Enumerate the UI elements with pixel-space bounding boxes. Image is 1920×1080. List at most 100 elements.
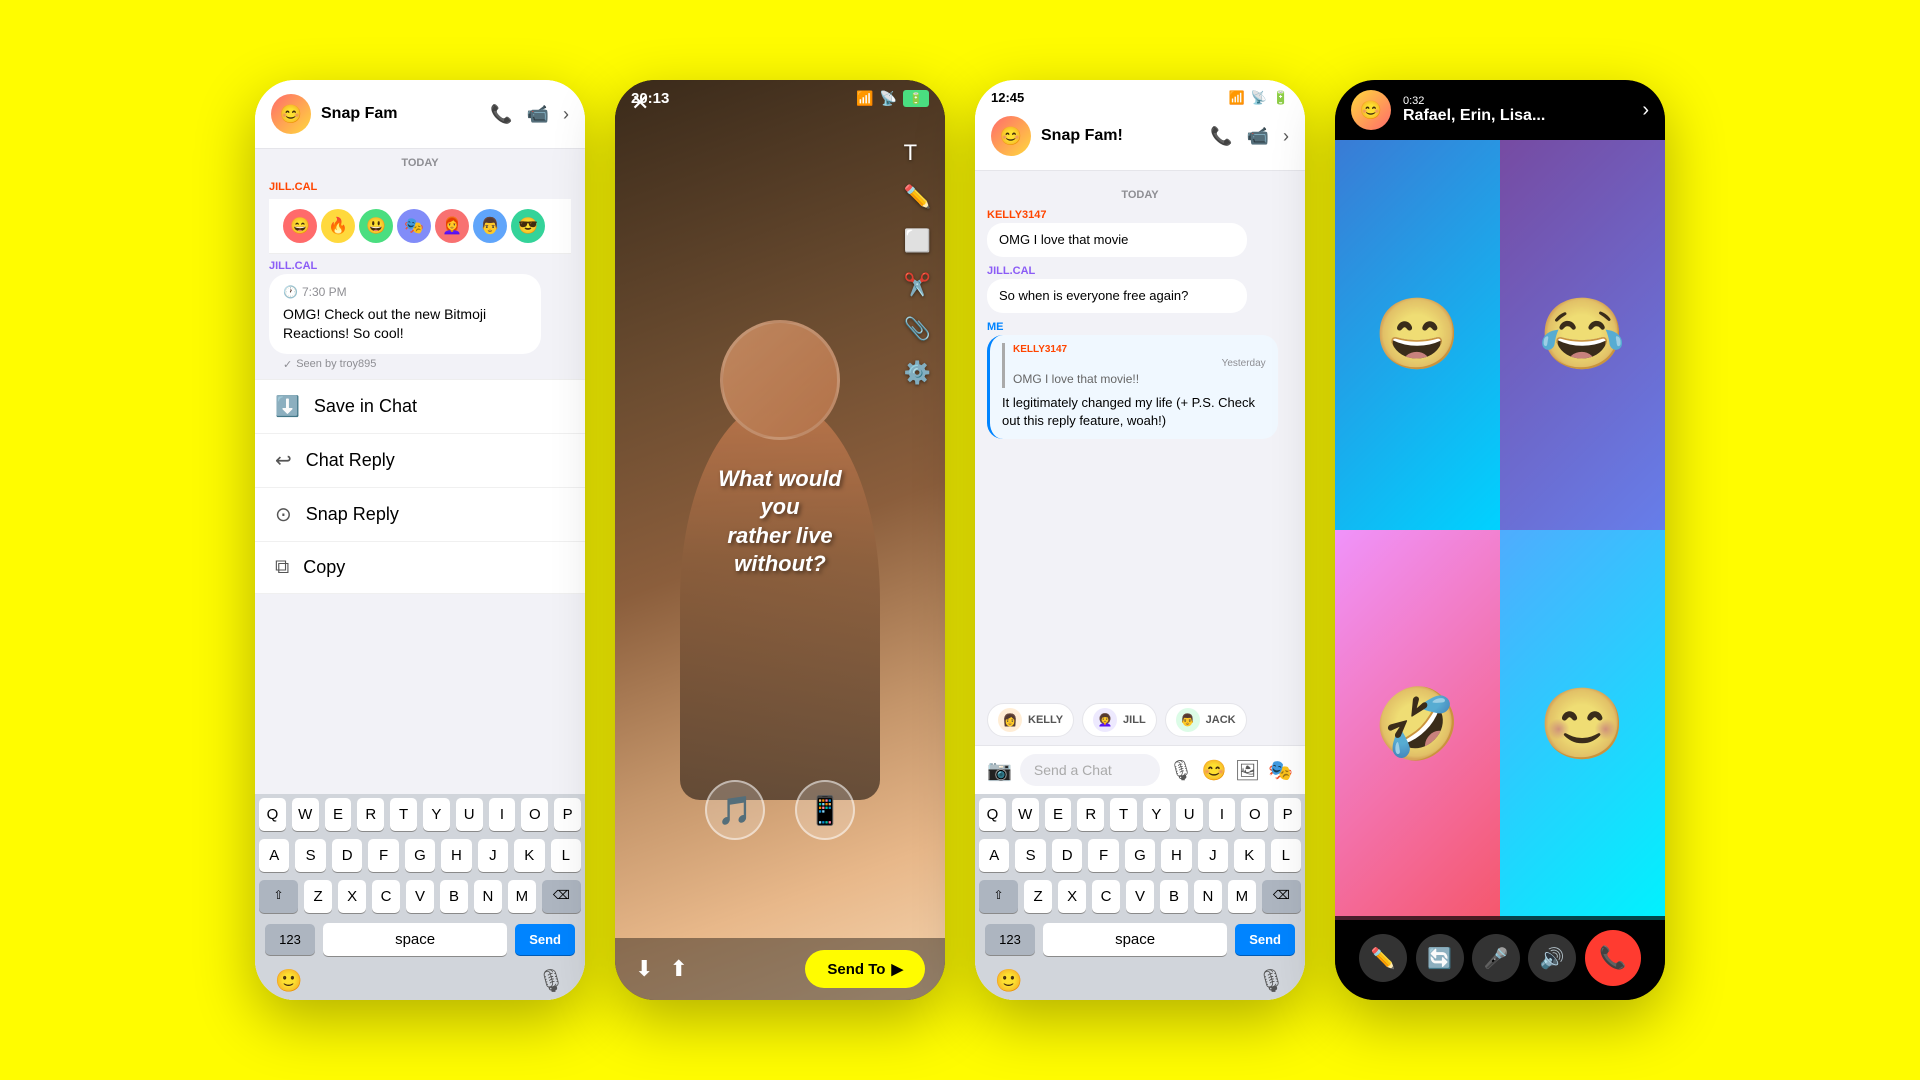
key-z[interactable]: Z	[304, 880, 332, 913]
key-t[interactable]: T	[390, 798, 417, 831]
key-v[interactable]: V	[406, 880, 434, 913]
key3-g[interactable]: G	[1125, 839, 1155, 872]
space-key[interactable]: space	[323, 923, 507, 956]
phone-icon-3[interactable]: 📞	[1210, 126, 1232, 147]
key-a[interactable]: A	[259, 839, 289, 872]
key3-e[interactable]: E	[1045, 798, 1072, 831]
key-n[interactable]: N	[474, 880, 502, 913]
key3-d[interactable]: D	[1052, 839, 1082, 872]
key-u[interactable]: U	[456, 798, 483, 831]
key3-o[interactable]: O	[1241, 798, 1268, 831]
key-y[interactable]: Y	[423, 798, 450, 831]
key-l[interactable]: L	[551, 839, 581, 872]
key-x[interactable]: X	[338, 880, 366, 913]
key3-r[interactable]: R	[1077, 798, 1104, 831]
key-f[interactable]: F	[368, 839, 398, 872]
key3-k[interactable]: K	[1234, 839, 1264, 872]
key-w[interactable]: W	[292, 798, 319, 831]
key3-q[interactable]: Q	[979, 798, 1006, 831]
space-key-3[interactable]: space	[1043, 923, 1227, 956]
num-key-3[interactable]: 123	[985, 924, 1035, 955]
key-c[interactable]: C	[372, 880, 400, 913]
end-call-btn[interactable]: 📞	[1585, 930, 1641, 986]
emoji-key-3[interactable]: 🙂	[995, 968, 1022, 994]
key3-x[interactable]: X	[1058, 880, 1086, 913]
key3-p[interactable]: P	[1274, 798, 1301, 831]
backspace-key-3[interactable]: ⌫	[1262, 880, 1301, 913]
mic-key-3[interactable]: 🎙	[1257, 968, 1285, 994]
edit-ctrl-btn[interactable]: ✏️	[1359, 934, 1407, 982]
next-icon-3[interactable]: ›	[1283, 126, 1289, 147]
shift-key-3[interactable]: ⇧	[979, 880, 1018, 913]
shift-key[interactable]: ⇧	[259, 880, 298, 913]
bitmoji-icon[interactable]: 🎭	[1268, 758, 1293, 783]
key3-h[interactable]: H	[1161, 839, 1191, 872]
key-h[interactable]: H	[441, 839, 471, 872]
key3-f[interactable]: F	[1088, 839, 1118, 872]
backspace-key[interactable]: ⌫	[542, 880, 581, 913]
send-key[interactable]: Send	[515, 924, 575, 955]
key3-t[interactable]: T	[1110, 798, 1137, 831]
key-i[interactable]: I	[489, 798, 516, 831]
video-icon-3[interactable]: 📹	[1247, 126, 1269, 147]
choice-phone[interactable]: 📱	[795, 780, 855, 840]
key-g[interactable]: G	[405, 839, 435, 872]
key-s[interactable]: S	[295, 839, 325, 872]
snap-close-button[interactable]: ✕	[631, 90, 649, 116]
key3-l[interactable]: L	[1271, 839, 1301, 872]
mic-key[interactable]: 🎙	[537, 968, 565, 994]
mic-icon-3[interactable]: 🎙	[1168, 758, 1193, 783]
emoji-key[interactable]: 🙂	[275, 968, 302, 994]
save-in-chat-item[interactable]: ⬇️ Save in Chat	[255, 380, 585, 434]
key-d[interactable]: D	[332, 839, 362, 872]
mute-ctrl-btn[interactable]: 🎤	[1472, 934, 1520, 982]
send-key-3[interactable]: Send	[1235, 924, 1295, 955]
sticker-tool[interactable]: ⬜	[904, 228, 931, 254]
draw-tool[interactable]: ✏️	[904, 184, 931, 210]
phone-icon[interactable]: 📞	[490, 104, 512, 125]
key3-z[interactable]: Z	[1024, 880, 1052, 913]
key3-v[interactable]: V	[1126, 880, 1154, 913]
snap-reply-item[interactable]: ⊙ Snap Reply	[255, 488, 585, 542]
num-key[interactable]: 123	[265, 924, 315, 955]
key-p[interactable]: P	[554, 798, 581, 831]
send-to-button[interactable]: Send To ▶	[805, 950, 925, 988]
key-b[interactable]: B	[440, 880, 468, 913]
key3-s[interactable]: S	[1015, 839, 1045, 872]
key3-j[interactable]: J	[1198, 839, 1228, 872]
key3-c[interactable]: C	[1092, 880, 1120, 913]
key3-u[interactable]: U	[1176, 798, 1203, 831]
share-icon[interactable]: ⬆	[669, 956, 687, 982]
emoji-icon-3[interactable]: 😊	[1202, 758, 1227, 783]
key3-b[interactable]: B	[1160, 880, 1188, 913]
rotate-ctrl-btn[interactable]: 🔄	[1416, 934, 1464, 982]
chat-input[interactable]: Send a Chat	[1020, 754, 1161, 786]
chat-reply-item[interactable]: ↩ Chat Reply	[255, 434, 585, 488]
choice-music[interactable]: 🎵	[705, 780, 765, 840]
key-e[interactable]: E	[325, 798, 352, 831]
key3-a[interactable]: A	[979, 839, 1009, 872]
copy-item[interactable]: ⧉ Copy	[255, 542, 585, 594]
key-j[interactable]: J	[478, 839, 508, 872]
next-icon[interactable]: ›	[563, 104, 569, 125]
speaker-ctrl-btn[interactable]: 🔊	[1528, 934, 1576, 982]
key-o[interactable]: O	[521, 798, 548, 831]
sticker-icon-3[interactable]: 🖼	[1235, 758, 1260, 783]
download-icon[interactable]: ⬇	[635, 956, 653, 982]
text-tool[interactable]: T	[904, 140, 931, 166]
key-m[interactable]: M	[508, 880, 536, 913]
key3-y[interactable]: Y	[1143, 798, 1170, 831]
key-q[interactable]: Q	[259, 798, 286, 831]
key3-w[interactable]: W	[1012, 798, 1039, 831]
settings-tool[interactable]: ⚙️	[904, 360, 931, 386]
attach-tool[interactable]: 📎	[904, 316, 931, 342]
key3-n[interactable]: N	[1194, 880, 1222, 913]
key-r[interactable]: R	[357, 798, 384, 831]
key3-m[interactable]: M	[1228, 880, 1256, 913]
key-k[interactable]: K	[514, 839, 544, 872]
camera-icon[interactable]: 📷	[987, 758, 1012, 783]
scissors-tool[interactable]: ✂️	[904, 272, 931, 298]
video-icon[interactable]: 📹	[527, 104, 549, 125]
key3-i[interactable]: I	[1209, 798, 1236, 831]
call-next-icon[interactable]: ›	[1642, 99, 1649, 122]
